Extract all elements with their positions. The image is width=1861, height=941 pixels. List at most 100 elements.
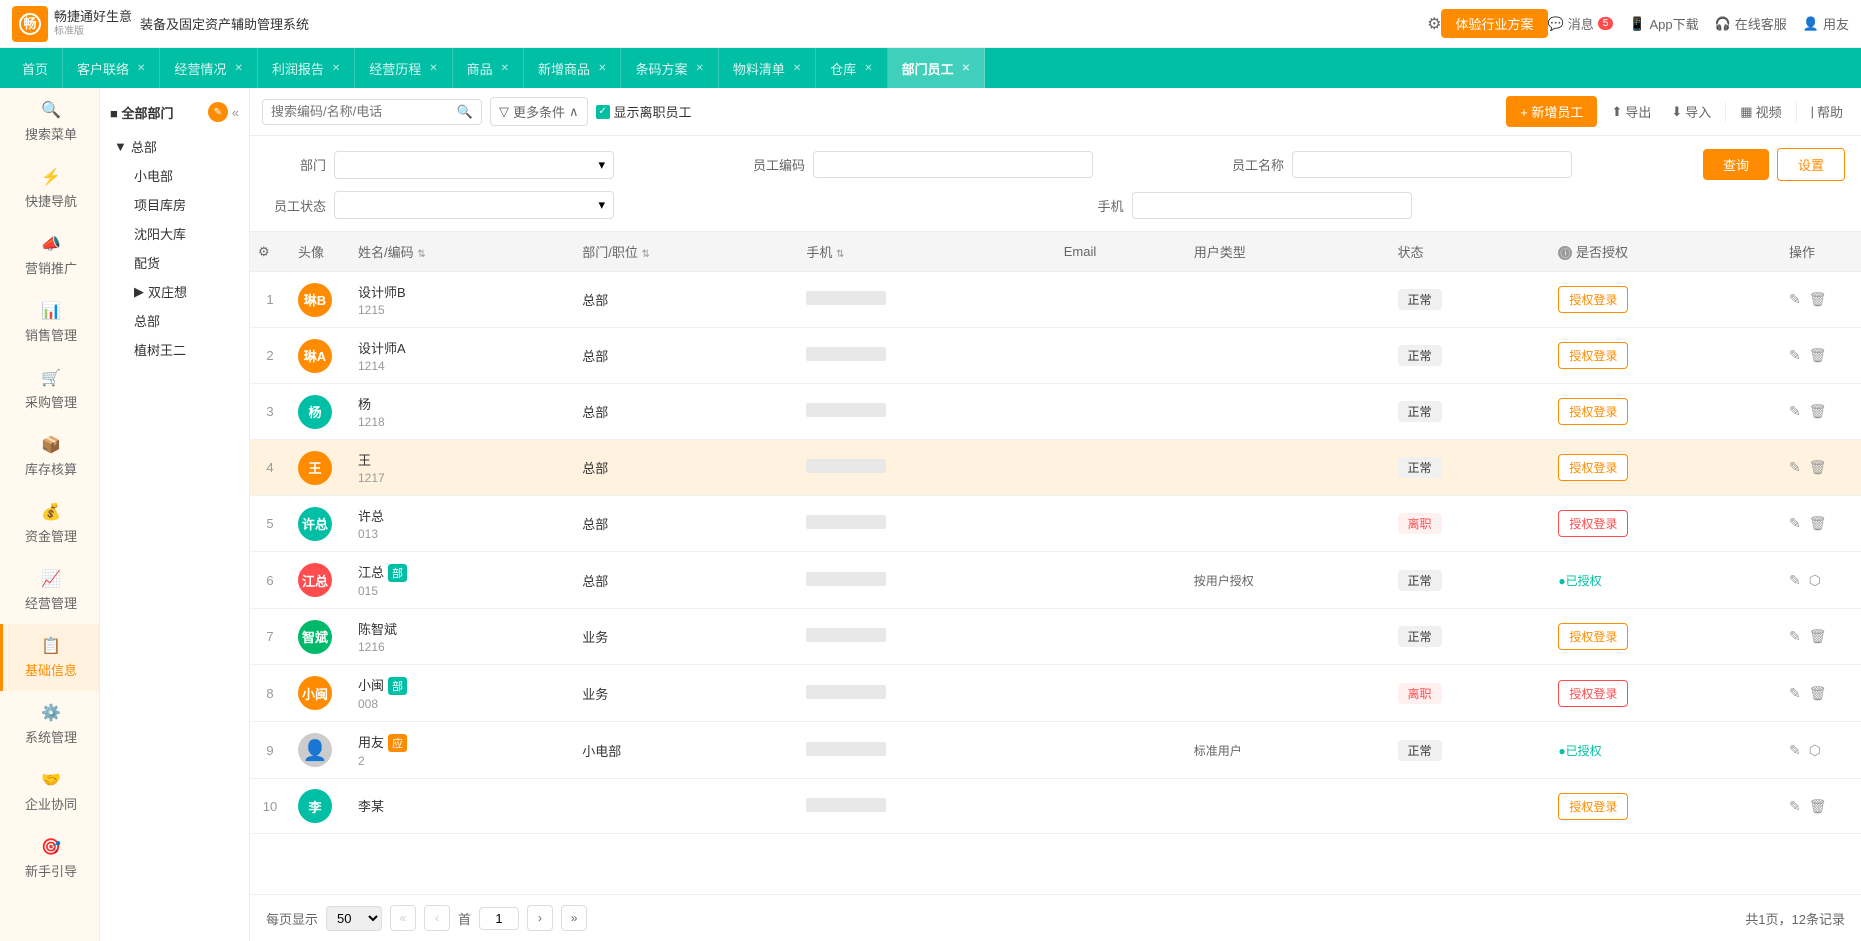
close-icon[interactable]: ✕ (864, 63, 872, 74)
delete-icon[interactable]: ⬡ (1809, 572, 1821, 589)
view-button[interactable]: ▦ 视频 (1734, 98, 1787, 125)
auth-button[interactable]: 授权登录 (1558, 793, 1628, 820)
sidebar-item-finance[interactable]: 💰 资金管理 (0, 490, 99, 557)
info-icon[interactable]: ⓘ (1558, 246, 1572, 260)
messages-button[interactable]: 💬 消息 5 (1548, 14, 1614, 33)
col-dept[interactable]: 部门/职位 ⇅ (574, 232, 798, 272)
tab-operation[interactable]: 经营情况✕ (160, 48, 257, 88)
delete-icon[interactable]: 🗑 (1809, 798, 1827, 815)
table-settings-icon[interactable]: ⚙ (258, 244, 270, 259)
sidebar-item-marketing[interactable]: 📣 营销推广 (0, 222, 99, 289)
dept-node-shenyang[interactable]: 沈阳大库 (120, 219, 249, 248)
edit-icon[interactable]: ✎ (1789, 515, 1801, 532)
show-resigned-checkbox[interactable]: ✓ 显示离职员工 (596, 102, 692, 121)
sidebar-item-system[interactable]: ⚙️ 系统管理 (0, 691, 99, 758)
first-page-button[interactable]: « (390, 905, 416, 931)
tab-barcode[interactable]: 条码方案✕ (621, 48, 718, 88)
delete-icon[interactable]: 🗑 (1809, 628, 1827, 645)
auth-button[interactable]: 授权登录 (1558, 680, 1628, 707)
dept-all-label[interactable]: ■ 全部部门 (110, 103, 204, 122)
last-page-button[interactable]: » (561, 905, 587, 931)
edit-icon[interactable]: ✎ (1789, 798, 1801, 815)
tab-add-goods[interactable]: 新增商品✕ (524, 48, 621, 88)
auth-button[interactable]: 授权登录 (1558, 286, 1628, 313)
auth-button[interactable]: 授权登录 (1558, 398, 1628, 425)
query-button[interactable]: 查询 (1703, 149, 1769, 180)
app-download-button[interactable]: 📱 App下载 (1629, 14, 1698, 33)
export-button[interactable]: ⬆ 导出 (1605, 98, 1657, 125)
dept-node-project[interactable]: 项目库房 (120, 190, 249, 219)
prev-page-button[interactable]: ‹ (424, 905, 450, 931)
dept-node-shuangzhuang[interactable]: ▶ 双庄想 (120, 277, 249, 306)
edit-icon[interactable]: ✎ (1789, 685, 1801, 702)
sidebar-item-collab[interactable]: 🤝 企业协同 (0, 758, 99, 825)
delete-icon[interactable]: 🗑 (1809, 291, 1827, 308)
dept-node-xiaodian[interactable]: 小电部 (120, 161, 249, 190)
next-page-button[interactable]: › (527, 905, 553, 931)
edit-icon[interactable]: ✎ (1789, 291, 1801, 308)
sidebar-item-purchase[interactable]: 🛒 采购管理 (0, 356, 99, 423)
settings-icon[interactable]: ⚙ (1427, 14, 1441, 34)
close-icon[interactable]: ✕ (137, 63, 145, 74)
tab-warehouse[interactable]: 仓库✕ (816, 48, 887, 88)
close-icon[interactable]: ✕ (695, 63, 703, 74)
tab-goods[interactable]: 商品✕ (453, 48, 524, 88)
auth-button[interactable]: 授权登录 (1558, 510, 1628, 537)
delete-icon[interactable]: 🗑 (1809, 685, 1827, 702)
edit-icon[interactable]: ✎ (1789, 459, 1801, 476)
auth-button[interactable]: 授权登录 (1558, 342, 1628, 369)
emp-code-input[interactable] (813, 151, 1093, 178)
dept-collapse-button[interactable]: « (232, 105, 239, 120)
help-button[interactable]: | 帮助 (1805, 98, 1849, 125)
dept-node-peihuo[interactable]: 配货 (120, 248, 249, 277)
edit-icon[interactable]: ✎ (1789, 347, 1801, 364)
import-button[interactable]: ⬇ 导入 (1665, 98, 1717, 125)
settings-button[interactable]: 设置 (1777, 148, 1845, 181)
emp-name-input[interactable] (1292, 151, 1572, 178)
auth-button[interactable]: 授权登录 (1558, 623, 1628, 650)
dept-edit-icon[interactable]: ✎ (208, 102, 228, 122)
tab-home[interactable]: 首页 (8, 48, 63, 88)
close-icon[interactable]: ✕ (332, 63, 340, 74)
delete-icon[interactable]: 🗑 (1809, 347, 1827, 364)
edit-icon[interactable]: ✎ (1789, 628, 1801, 645)
close-icon[interactable]: ✕ (598, 63, 606, 74)
close-icon[interactable]: ✕ (501, 63, 509, 74)
dept-node-zongbu-child[interactable]: 总部 (120, 306, 249, 335)
experience-button[interactable]: 体验行业方案 (1441, 9, 1547, 38)
edit-icon[interactable]: ✎ (1789, 572, 1801, 589)
tab-profit[interactable]: 利润报告✕ (258, 48, 355, 88)
add-employee-button[interactable]: + 新增员工 (1506, 96, 1597, 127)
sidebar-item-inventory[interactable]: 📦 库存核算 (0, 423, 99, 490)
dept-select[interactable]: ▾ (334, 151, 614, 179)
close-icon[interactable]: ✕ (793, 63, 801, 74)
phone-input[interactable] (1132, 192, 1412, 219)
search-input[interactable] (271, 104, 453, 119)
dept-node-zhishu[interactable]: 植树王二 (120, 335, 249, 364)
per-page-select[interactable]: 50 20 100 (326, 906, 382, 931)
sidebar-item-sales[interactable]: 📊 销售管理 (0, 289, 99, 356)
close-icon[interactable]: ✕ (234, 63, 242, 74)
edit-icon[interactable]: ✎ (1789, 403, 1801, 420)
sidebar-item-guide[interactable]: 🎯 新手引导 (0, 825, 99, 892)
status-select[interactable]: ▾ (334, 191, 614, 219)
tab-history[interactable]: 经营历程✕ (355, 48, 452, 88)
tab-customer[interactable]: 客户联络✕ (63, 48, 160, 88)
sidebar-item-search[interactable]: 🔍 搜索菜单 (0, 88, 99, 155)
auth-button[interactable]: 授权登录 (1558, 454, 1628, 481)
tab-bom[interactable]: 物料清单✕ (719, 48, 816, 88)
delete-icon[interactable]: ⬡ (1809, 742, 1821, 759)
page-number-input[interactable] (479, 907, 519, 930)
delete-icon[interactable]: 🗑 (1809, 515, 1827, 532)
tab-department[interactable]: 部门员工✕ (888, 48, 985, 88)
col-phone[interactable]: 手机 ⇅ (798, 232, 1055, 272)
online-service-button[interactable]: 🎧 在线客服 (1715, 14, 1787, 33)
sidebar-item-basic[interactable]: 📋 基础信息 (0, 624, 99, 691)
close-icon[interactable]: ✕ (429, 63, 437, 74)
edit-icon[interactable]: ✎ (1789, 742, 1801, 759)
dept-node-zongbu-parent[interactable]: ▼ 总部 (100, 132, 249, 161)
sidebar-item-bizmanage[interactable]: 📈 经营管理 (0, 557, 99, 624)
close-icon[interactable]: ✕ (962, 63, 970, 74)
sidebar-item-quicknav[interactable]: ⚡ 快捷导航 (0, 155, 99, 222)
more-filter-button[interactable]: ▽ 更多条件 ∧ (490, 97, 588, 126)
